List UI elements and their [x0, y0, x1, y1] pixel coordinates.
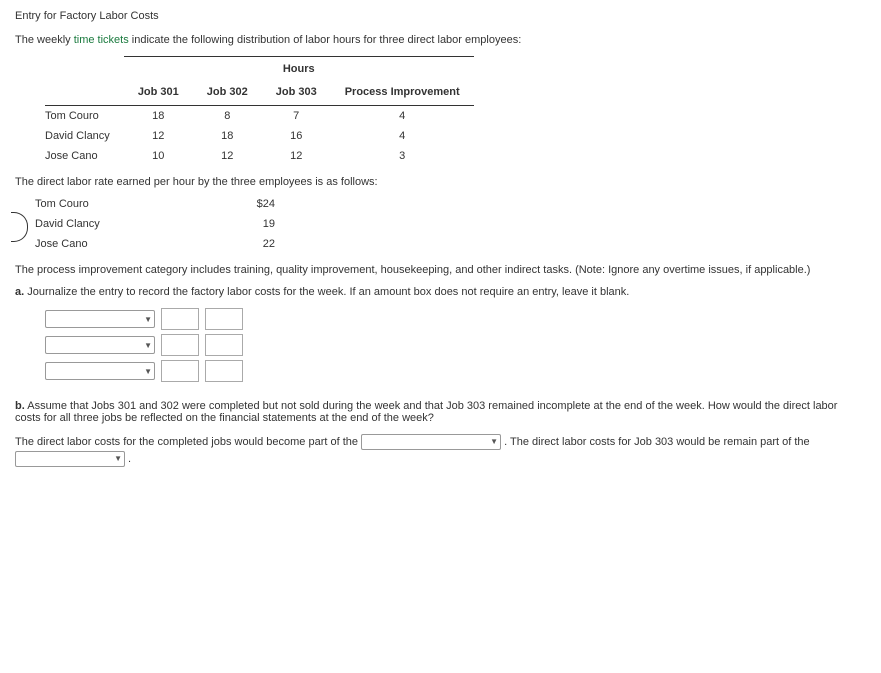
rate-name: Jose Cano	[25, 234, 205, 254]
table-row: David Clancy 19	[25, 214, 285, 234]
rate-value: $24	[205, 194, 285, 214]
rate-table: Tom Couro $24 David Clancy 19 Jose Cano …	[25, 194, 285, 254]
cell-value: 7	[262, 106, 331, 127]
col-job301: Job 301	[124, 81, 193, 106]
table-row: Jose Cano 10 12 12 3	[45, 146, 474, 166]
chevron-down-icon: ▼	[490, 436, 498, 448]
col-process: Process Improvement	[331, 81, 474, 106]
note-text: The process improvement category include…	[15, 264, 866, 276]
rate-intro: The direct labor rate earned per hour by…	[15, 176, 866, 188]
chevron-down-icon: ▼	[144, 367, 152, 376]
cell-value: 4	[331, 106, 474, 127]
intro-text: The weekly time tickets indicate the fol…	[15, 34, 866, 46]
hours-group-header: Hours	[124, 57, 474, 82]
cell-value: 8	[193, 106, 262, 127]
chevron-down-icon: ▼	[114, 453, 122, 465]
rate-value: 22	[205, 234, 285, 254]
table-row: Tom Couro 18 8 7 4	[45, 106, 474, 127]
b-text-3: .	[125, 453, 131, 465]
journal-row: ▼	[45, 308, 866, 330]
hours-table: Hours Job 301 Job 302 Job 303 Process Im…	[45, 56, 474, 166]
journal-entry-area: ▼ ▼ ▼	[45, 308, 866, 382]
cell-value: 12	[262, 146, 331, 166]
rate-name: David Clancy	[25, 214, 205, 234]
rate-value: 19	[205, 214, 285, 234]
credit-amount-input[interactable]	[205, 334, 243, 356]
question-a-text: Journalize the entry to record the facto…	[24, 286, 629, 298]
journal-row: ▼	[45, 334, 866, 356]
credit-amount-input[interactable]	[205, 308, 243, 330]
journal-row: ▼	[45, 360, 866, 382]
page-title: Entry for Factory Labor Costs	[15, 10, 866, 22]
employee-name: Tom Couro	[45, 106, 124, 127]
cell-value: 16	[262, 126, 331, 146]
cell-value: 3	[331, 146, 474, 166]
table-row: David Clancy 12 18 16 4	[45, 126, 474, 146]
debit-amount-input[interactable]	[161, 308, 199, 330]
question-b: b. Assume that Jobs 301 and 302 were com…	[15, 400, 866, 424]
col-job302: Job 302	[193, 81, 262, 106]
answer-select-1[interactable]: ▼	[361, 434, 501, 450]
employee-name: David Clancy	[45, 126, 124, 146]
cell-value: 10	[124, 146, 193, 166]
chevron-down-icon: ▼	[144, 341, 152, 350]
credit-amount-input[interactable]	[205, 360, 243, 382]
rate-name: Tom Couro	[25, 194, 205, 214]
debit-amount-input[interactable]	[161, 360, 199, 382]
part-b-answer-line: The direct labor costs for the completed…	[15, 434, 866, 467]
account-select[interactable]: ▼	[45, 362, 155, 380]
cell-value: 18	[193, 126, 262, 146]
question-b-label: b.	[15, 400, 25, 412]
answer-select-2[interactable]: ▼	[15, 451, 125, 467]
intro-text-part2: indicate the following distribution of l…	[129, 34, 522, 46]
cell-value: 4	[331, 126, 474, 146]
table-row: Jose Cano 22	[25, 234, 285, 254]
account-select[interactable]: ▼	[45, 336, 155, 354]
time-tickets-link[interactable]: time tickets	[74, 34, 129, 46]
cell-value: 12	[124, 126, 193, 146]
col-job303: Job 303	[262, 81, 331, 106]
cell-value: 12	[193, 146, 262, 166]
question-a-label: a.	[15, 286, 24, 298]
question-a: a. Journalize the entry to record the fa…	[15, 286, 866, 298]
chevron-down-icon: ▼	[144, 315, 152, 324]
table-row: Tom Couro $24	[25, 194, 285, 214]
account-select[interactable]: ▼	[45, 310, 155, 328]
employee-name: Jose Cano	[45, 146, 124, 166]
cell-value: 18	[124, 106, 193, 127]
b-text-1: The direct labor costs for the completed…	[15, 436, 361, 448]
intro-text-part1: The weekly	[15, 34, 74, 46]
question-b-text: Assume that Jobs 301 and 302 were comple…	[15, 400, 837, 424]
debit-amount-input[interactable]	[161, 334, 199, 356]
b-text-2: . The direct labor costs for Job 303 wou…	[501, 436, 810, 448]
